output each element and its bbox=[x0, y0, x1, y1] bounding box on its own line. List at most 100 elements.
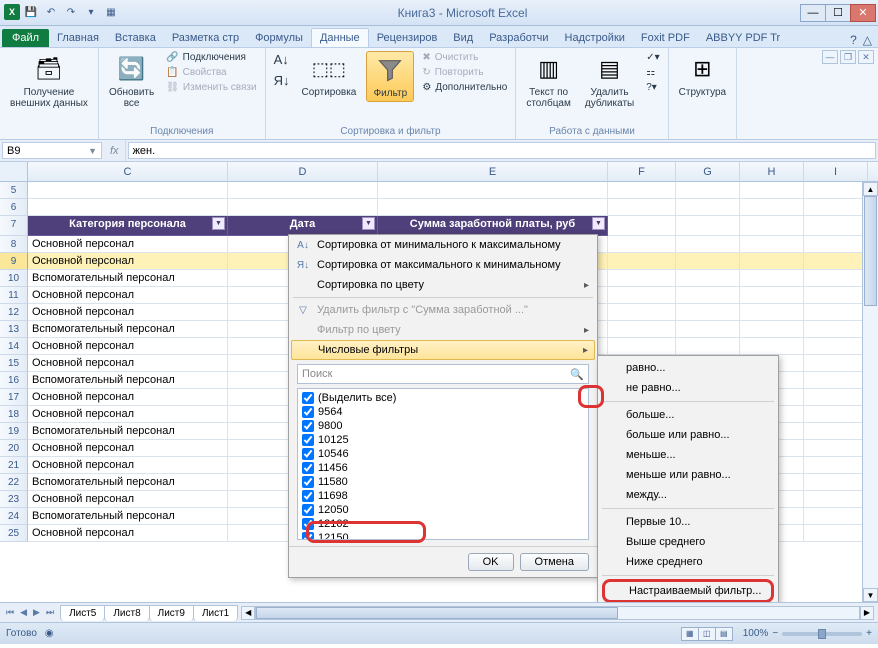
cell[interactable] bbox=[228, 199, 378, 216]
filter-values-list[interactable]: (Выделить все)95649800101251054611456115… bbox=[297, 388, 589, 540]
advanced-filter-button[interactable]: ⚙Дополнительно bbox=[420, 81, 509, 94]
cell[interactable] bbox=[804, 253, 868, 270]
row-header[interactable]: 21 bbox=[0, 457, 28, 474]
filter-equals-item[interactable]: равно... bbox=[598, 358, 778, 378]
outline-button[interactable]: ⊞ Структура bbox=[675, 51, 730, 100]
cell[interactable] bbox=[740, 236, 804, 253]
filter-search-input[interactable]: Поиск 🔍 bbox=[297, 364, 589, 384]
sheet-tab[interactable]: Лист5 bbox=[60, 605, 105, 621]
cell-category[interactable]: Основной персонал bbox=[28, 389, 228, 406]
table-header-category[interactable]: Категория персонала▼ bbox=[28, 216, 228, 236]
data-validation-button[interactable]: ✓▾ bbox=[644, 51, 661, 64]
worksheet-grid[interactable]: C D E F G H I 567 Категория персонала▼ Д… bbox=[0, 162, 878, 602]
cell[interactable] bbox=[608, 253, 676, 270]
filter-custom-item[interactable]: Настраиваемый фильтр... bbox=[602, 579, 774, 602]
remove-duplicates-button[interactable]: ▤ Удалить дубликаты bbox=[581, 51, 638, 111]
filter-value-checkbox[interactable]: 12102 bbox=[300, 517, 586, 531]
cell[interactable] bbox=[804, 406, 868, 423]
select-all-corner[interactable] bbox=[0, 162, 28, 181]
cell-category[interactable]: Вспомогательный персонал bbox=[28, 474, 228, 491]
filter-value-checkbox[interactable]: 12050 bbox=[300, 503, 586, 517]
cell[interactable] bbox=[804, 304, 868, 321]
filter-value-checkbox[interactable]: 9800 bbox=[300, 419, 586, 433]
clear-filter-button[interactable]: ✖Очистить bbox=[420, 51, 509, 64]
cell[interactable] bbox=[804, 321, 868, 338]
cell[interactable] bbox=[676, 321, 740, 338]
column-header[interactable]: E bbox=[378, 162, 608, 181]
cell[interactable] bbox=[676, 253, 740, 270]
column-header[interactable]: C bbox=[28, 162, 228, 181]
qat-extra-icon[interactable]: ▦ bbox=[102, 4, 120, 22]
filter-button[interactable]: Фильтр bbox=[366, 51, 414, 102]
tab-insert[interactable]: Вставка bbox=[107, 29, 164, 47]
row-header[interactable]: 7 bbox=[0, 216, 28, 236]
redo-button[interactable]: ↷ bbox=[62, 4, 80, 22]
cell[interactable] bbox=[740, 270, 804, 287]
ok-button[interactable]: OK bbox=[468, 553, 514, 571]
cell-category[interactable]: Основной персонал bbox=[28, 525, 228, 542]
cell-category[interactable]: Основной персонал bbox=[28, 457, 228, 474]
cell[interactable] bbox=[676, 236, 740, 253]
row-header[interactable]: 24 bbox=[0, 508, 28, 525]
cell[interactable] bbox=[804, 440, 868, 457]
doc-close-button[interactable]: ✕ bbox=[858, 50, 874, 64]
doc-restore-button[interactable]: ❐ bbox=[840, 50, 856, 64]
save-button[interactable]: 💾 bbox=[22, 4, 40, 22]
sheet-nav-first-icon[interactable]: ⏮ bbox=[4, 607, 16, 618]
tab-layout[interactable]: Разметка стр bbox=[164, 29, 247, 47]
row-header[interactable]: 23 bbox=[0, 491, 28, 508]
filter-greater-item[interactable]: больше... bbox=[598, 405, 778, 425]
qat-more-icon[interactable]: ▾ bbox=[82, 4, 100, 22]
sort-by-color-item[interactable]: Сортировка по цвету bbox=[289, 275, 597, 295]
cancel-button[interactable]: Отмена bbox=[520, 553, 589, 571]
sheet-tab[interactable]: Лист1 bbox=[193, 605, 238, 621]
zoom-slider[interactable] bbox=[782, 632, 862, 636]
column-header[interactable]: H bbox=[740, 162, 804, 181]
table-header-date[interactable]: Дата▼ bbox=[228, 216, 378, 236]
undo-button[interactable]: ↶ bbox=[42, 4, 60, 22]
column-header[interactable]: D bbox=[228, 162, 378, 181]
filter-value-checkbox[interactable]: (Выделить все) bbox=[300, 391, 586, 405]
row-header[interactable]: 20 bbox=[0, 440, 28, 457]
cell[interactable] bbox=[804, 389, 868, 406]
cell[interactable] bbox=[608, 321, 676, 338]
tab-review[interactable]: Рецензиров bbox=[369, 29, 446, 47]
cell[interactable] bbox=[740, 253, 804, 270]
cell-category[interactable]: Основной персонал bbox=[28, 304, 228, 321]
cell[interactable] bbox=[740, 287, 804, 304]
row-header[interactable]: 22 bbox=[0, 474, 28, 491]
cell[interactable] bbox=[608, 182, 676, 199]
formula-input[interactable]: жен. bbox=[128, 142, 876, 159]
filter-lte-item[interactable]: меньше или равно... bbox=[598, 465, 778, 485]
row-header[interactable]: 10 bbox=[0, 270, 28, 287]
namebox-dropdown-icon[interactable]: ▼ bbox=[88, 146, 97, 156]
cell[interactable] bbox=[804, 491, 868, 508]
sheet-nav-prev-icon[interactable]: ◀ bbox=[18, 607, 29, 618]
filter-gte-item[interactable]: больше или равно... bbox=[598, 425, 778, 445]
fx-icon[interactable]: fx bbox=[110, 145, 119, 157]
whatif-button[interactable]: ?▾ bbox=[644, 81, 661, 94]
tab-formulas[interactable]: Формулы bbox=[247, 29, 311, 47]
scroll-down-icon[interactable]: ▼ bbox=[863, 588, 878, 602]
tab-data[interactable]: Данные bbox=[311, 28, 369, 47]
zoom-in-button[interactable]: + bbox=[866, 628, 872, 639]
cell[interactable] bbox=[228, 182, 378, 199]
cell[interactable] bbox=[608, 236, 676, 253]
sort-button[interactable]: ⬚⬚ Сортировка bbox=[297, 51, 360, 100]
cell[interactable] bbox=[676, 304, 740, 321]
macro-record-icon[interactable]: ◉ bbox=[45, 628, 54, 639]
cell[interactable] bbox=[378, 182, 608, 199]
cell[interactable] bbox=[804, 199, 868, 216]
row-header[interactable]: 25 bbox=[0, 525, 28, 542]
column-header[interactable]: I bbox=[804, 162, 868, 181]
cell[interactable] bbox=[676, 270, 740, 287]
cell[interactable] bbox=[804, 372, 868, 389]
cell[interactable] bbox=[676, 182, 740, 199]
cell-category[interactable]: Вспомогательный персонал bbox=[28, 372, 228, 389]
cell[interactable] bbox=[608, 287, 676, 304]
cell-category[interactable]: Вспомогательный персонал bbox=[28, 508, 228, 525]
cell-category[interactable]: Основной персонал bbox=[28, 287, 228, 304]
row-header[interactable]: 15 bbox=[0, 355, 28, 372]
cell[interactable] bbox=[804, 236, 868, 253]
sort-desc-button[interactable]: Я↓ bbox=[272, 72, 292, 89]
